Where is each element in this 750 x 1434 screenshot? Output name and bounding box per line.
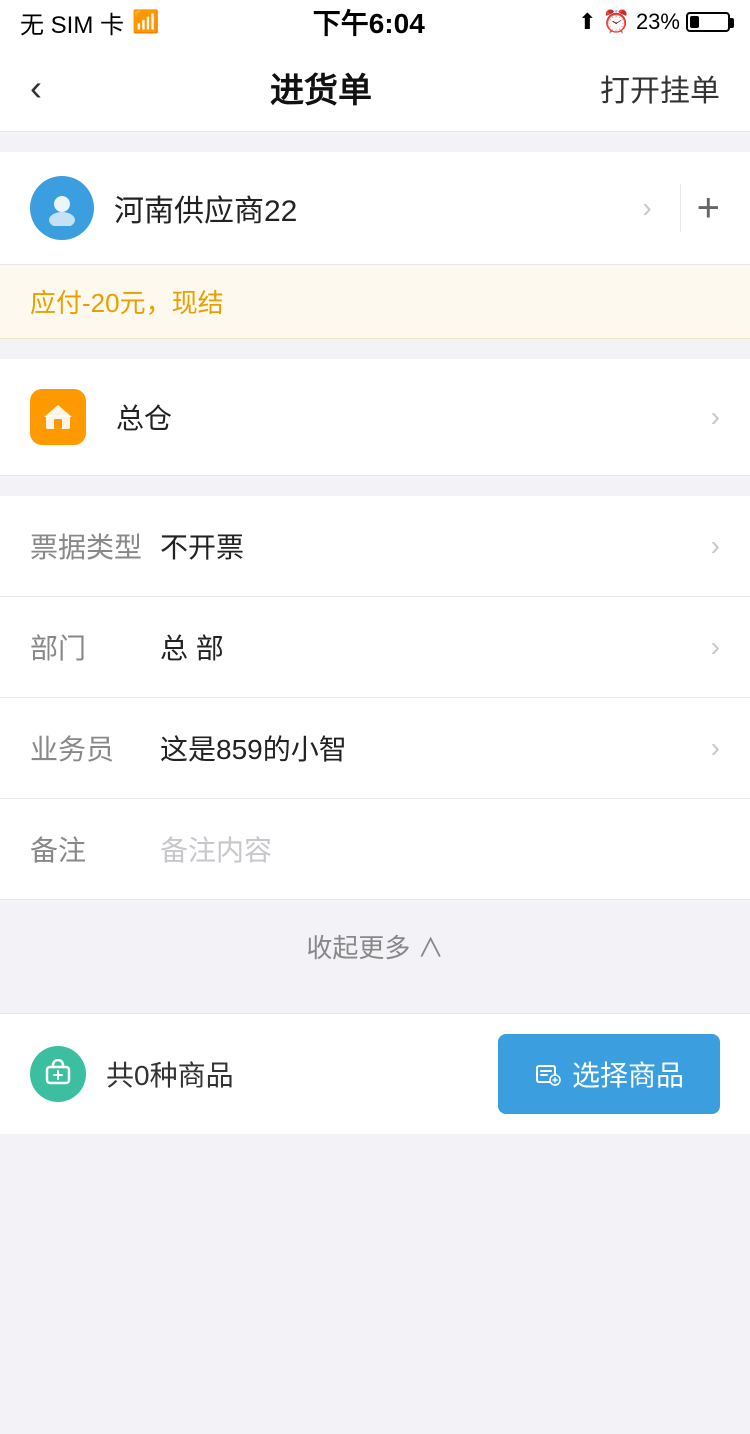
supplier-section: 河南供应商22 › + 应付-20元，现结 [0,152,750,339]
department-row[interactable]: 部门 总 部 › [0,597,750,698]
section-gap-2 [0,339,750,359]
remark-value: 备注内容 [150,829,720,869]
page-title: 进货单 [270,63,372,112]
section-gap-3 [0,476,750,496]
back-button[interactable]: ‹ [30,67,42,109]
fields-section: 票据类型 不开票 › 部门 总 部 › 业务员 这是859的小智 › 备注 备注… [0,496,750,900]
nav-bar: ‹ 进货单 打开挂单 [0,44,750,132]
product-bar: 共0种商品 选择商品 [0,1013,750,1134]
collapse-button[interactable]: 收起更多 ∧ [0,900,750,993]
open-pending-button[interactable]: 打开挂单 [600,66,720,110]
warehouse-icon [30,389,86,445]
wifi-icon: 📶 [132,9,159,35]
department-label: 部门 [30,627,150,667]
invoice-type-value: 不开票 [150,526,703,566]
carrier-label: 无 SIM 卡 [20,5,124,40]
battery-icon [686,12,730,32]
department-value: 总 部 [150,627,703,667]
warehouse-chevron-icon: › [711,401,720,433]
status-time: 下午6:04 [313,2,425,42]
remark-row[interactable]: 备注 备注内容 [0,799,750,900]
warehouse-name: 总仓 [106,397,703,437]
bottom-fill [0,1134,750,1434]
divider [680,184,681,232]
warehouse-row[interactable]: 总仓 › [0,359,750,476]
alarm-icon: ⏰ [603,9,630,35]
invoice-type-chevron-icon: › [711,530,720,562]
section-gap-4 [0,993,750,1013]
product-bar-icon [30,1046,86,1102]
supplier-row[interactable]: 河南供应商22 › + [0,152,750,265]
invoice-type-label: 票据类型 [30,526,150,566]
supplier-chevron-icon: › [642,192,651,224]
section-gap-1 [0,132,750,152]
select-product-icon [534,1060,562,1088]
select-product-button[interactable]: 选择商品 [498,1034,720,1114]
product-count-label: 共0种商品 [106,1054,498,1094]
add-supplier-button[interactable]: + [697,188,720,228]
location-icon: ⬆ [578,9,596,35]
collapse-label: 收起更多 ∧ [306,928,443,965]
warehouse-section: 总仓 › [0,359,750,476]
status-bar: 无 SIM 卡 📶 下午6:04 ⬆ ⏰ 23% [0,0,750,44]
remark-label: 备注 [30,829,150,869]
status-left: 无 SIM 卡 📶 [20,5,159,40]
select-product-label: 选择商品 [572,1054,684,1094]
battery-percent: 23% [636,9,680,35]
salesperson-value: 这是859的小智 [150,728,703,768]
notice-banner: 应付-20元，现结 [0,265,750,339]
department-chevron-icon: › [711,631,720,663]
supplier-avatar [30,176,94,240]
salesperson-chevron-icon: › [711,732,720,764]
supplier-name: 河南供应商22 [114,186,642,230]
salesperson-row[interactable]: 业务员 这是859的小智 › [0,698,750,799]
invoice-type-row[interactable]: 票据类型 不开票 › [0,496,750,597]
status-right: ⬆ ⏰ 23% [578,9,730,35]
salesperson-label: 业务员 [30,728,150,768]
